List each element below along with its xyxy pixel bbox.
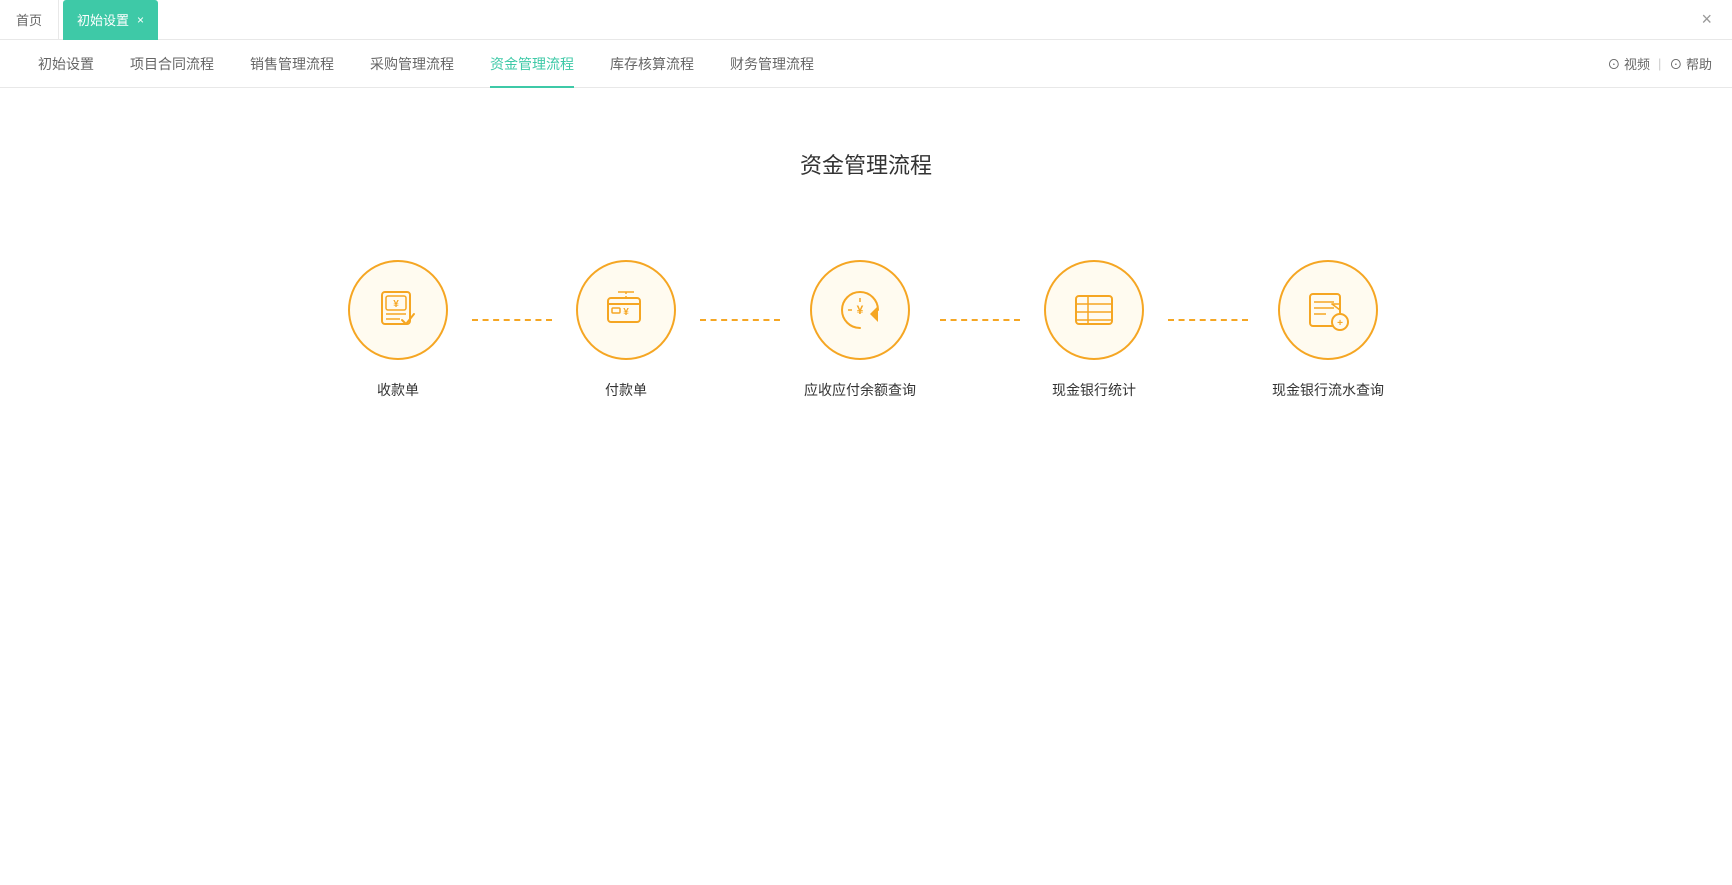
flow-item-cash-bank-stats[interactable]: 现金银行统计	[1044, 260, 1144, 400]
main-content: 资金管理流程 ¥ 收款单	[0, 88, 1732, 400]
flow-item-receivable-query[interactable]: ¥ 应收应付余额查询	[804, 260, 916, 400]
top-bar-right: ×	[1693, 9, 1732, 30]
active-tab-label: 初始设置	[77, 10, 129, 29]
payment-icon: ¥	[600, 284, 652, 336]
nav-divider: |	[1658, 56, 1661, 71]
payment-label: 付款单	[605, 380, 647, 400]
receivable-icon-circle: ¥	[810, 260, 910, 360]
nav-item-financial-management[interactable]: 财务管理流程	[712, 40, 832, 88]
receivable-icon: ¥	[834, 284, 886, 336]
active-tab-close-icon[interactable]: ×	[137, 13, 144, 27]
nav-bar: 初始设置 项目合同流程 销售管理流程 采购管理流程 资金管理流程 库存核算流程 …	[0, 40, 1732, 88]
receipt-label: 收款单	[377, 380, 419, 400]
bank-flow-label: 现金银行流水查询	[1272, 380, 1384, 400]
bank-flow-icon: +	[1302, 284, 1354, 336]
help-link[interactable]: ⊙ 帮助	[1669, 54, 1712, 73]
bank-stats-icon-circle	[1044, 260, 1144, 360]
nav-item-inventory-accounting[interactable]: 库存核算流程	[592, 40, 712, 88]
svg-text:¥: ¥	[857, 303, 864, 317]
nav-item-purchase-management[interactable]: 采购管理流程	[352, 40, 472, 88]
connector-3	[916, 319, 1044, 321]
home-label: 首页	[16, 10, 42, 29]
receipt-icon: ¥	[372, 284, 424, 336]
payment-icon-circle: ¥	[576, 260, 676, 360]
window-close-button[interactable]: ×	[1693, 9, 1720, 30]
flow-item-payment[interactable]: ¥ 付款单	[576, 260, 676, 400]
bank-stats-label: 现金银行统计	[1052, 380, 1136, 400]
connector-1	[448, 319, 576, 321]
top-bar: 首页 初始设置 × ×	[0, 0, 1732, 40]
receipt-icon-circle: ¥	[348, 260, 448, 360]
nav-item-initial-setup[interactable]: 初始设置	[20, 40, 112, 88]
page-title: 资金管理流程	[800, 148, 932, 180]
video-link[interactable]: ⊙ 视频	[1607, 54, 1650, 73]
svg-text:¥: ¥	[393, 299, 399, 310]
nav-item-project-contract[interactable]: 项目合同流程	[112, 40, 232, 88]
nav-item-sales-management[interactable]: 销售管理流程	[232, 40, 352, 88]
connector-2	[676, 319, 804, 321]
nav-right: ⊙ 视频 | ⊙ 帮助	[1607, 54, 1712, 73]
active-tab[interactable]: 初始设置 ×	[63, 0, 158, 40]
bank-stats-icon	[1068, 284, 1120, 336]
flow-row: ¥ 收款单 ¥	[348, 260, 1384, 400]
svg-text:¥: ¥	[623, 307, 629, 318]
connector-4	[1144, 319, 1272, 321]
svg-text:+: +	[1337, 318, 1343, 329]
receivable-label: 应收应付余额查询	[804, 380, 916, 400]
flow-item-cash-bank-flow[interactable]: + 现金银行流水查询	[1272, 260, 1384, 400]
home-tab[interactable]: 首页	[0, 0, 59, 40]
flow-item-receipt[interactable]: ¥ 收款单	[348, 260, 448, 400]
bank-flow-icon-circle: +	[1278, 260, 1378, 360]
nav-item-fund-management[interactable]: 资金管理流程	[472, 40, 592, 88]
